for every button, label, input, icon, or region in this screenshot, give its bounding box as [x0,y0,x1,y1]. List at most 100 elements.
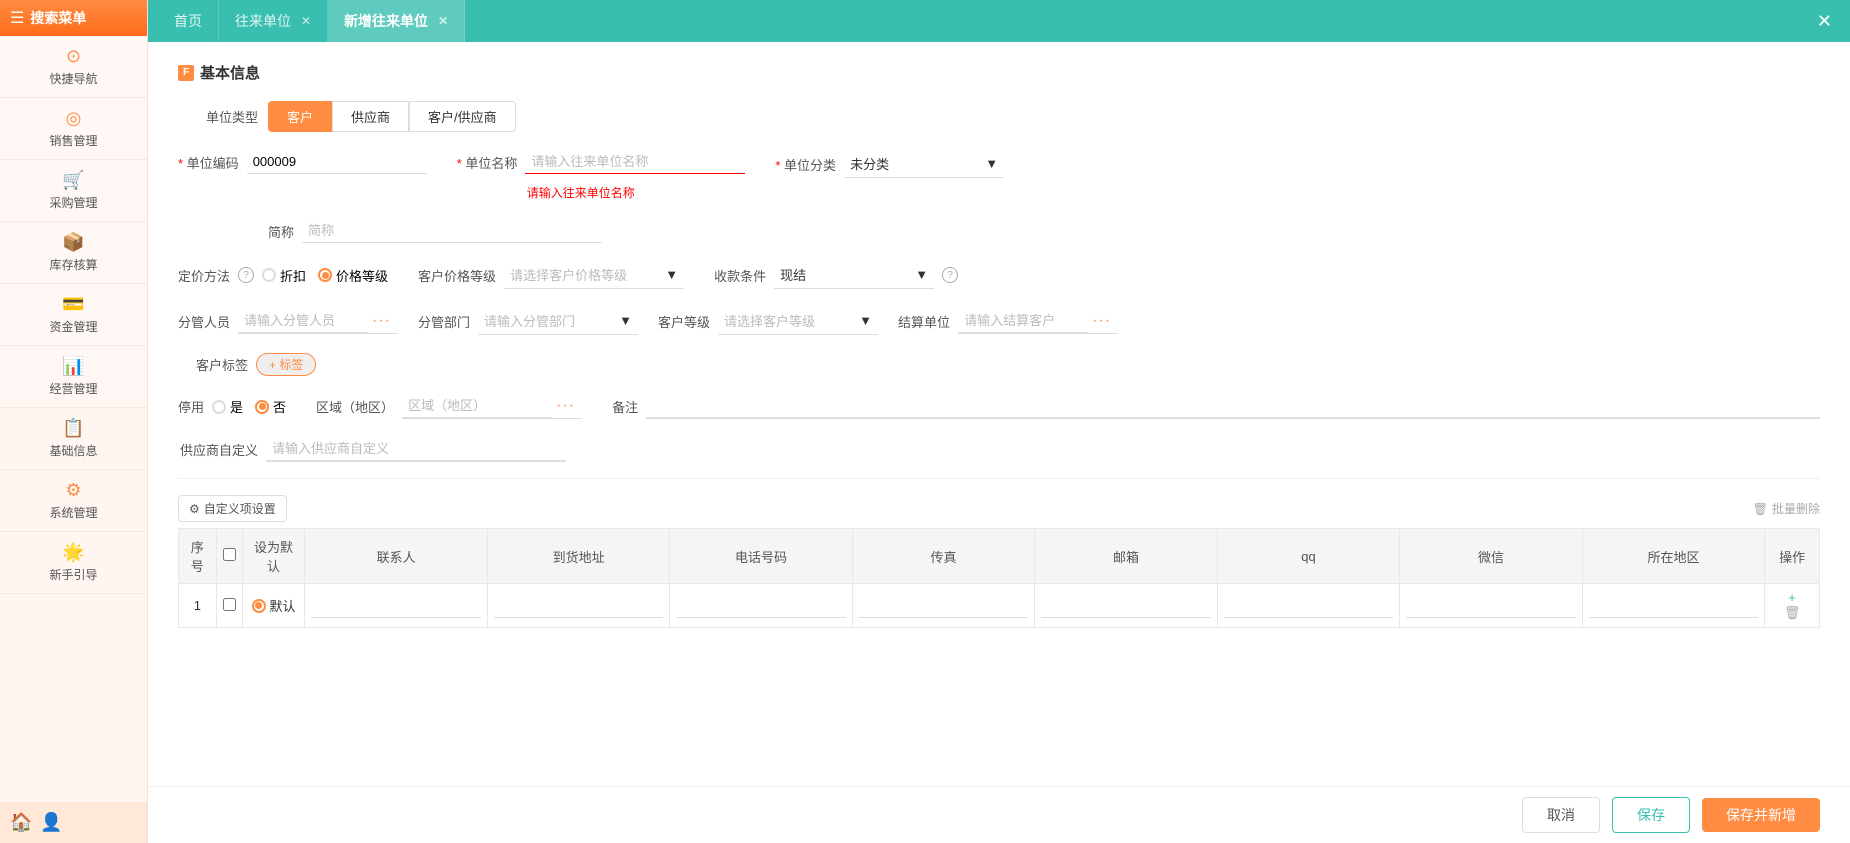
sidebar-item-purchase[interactable]: 🛒 采购管理 [0,160,147,222]
customer-level-select[interactable]: 请选择客户等级 ▼ [718,307,878,335]
sidebar-item-quick-nav[interactable]: ⊙ 快捷导航 [0,36,147,98]
batch-delete-btn[interactable]: 🗑 批量删除 [1753,500,1820,517]
batch-delete-label: 批量删除 [1772,500,1820,517]
manager-input[interactable] [238,309,368,333]
cell-checkbox[interactable] [216,584,242,628]
cell-email[interactable] [1035,584,1217,628]
save-and-new-button[interactable]: 保存并新增 [1702,798,1820,832]
pricing-discount[interactable]: 折扣 [262,266,306,285]
tab-new-contact[interactable]: 新增往来单位 ✕ [328,0,465,42]
cell-qq[interactable] [1217,584,1400,628]
customer-level-placeholder: 请选择客户等级 [724,311,815,330]
unit-name-input[interactable] [525,150,745,174]
supplier-custom-input[interactable] [266,437,566,461]
unit-category-select[interactable]: 未分类 ▼ [844,150,1004,178]
settlement-more-btn[interactable]: ··· [1088,312,1115,330]
fax-input[interactable] [859,594,1028,618]
row-checkbox[interactable] [223,598,236,611]
sidebar-item-guide[interactable]: 🌟 新手引导 [0,532,147,594]
pricing-price-level[interactable]: 价格等级 [318,266,388,285]
add-row-btn[interactable]: + [1788,590,1796,605]
custom-settings-btn[interactable]: ⚙ 自定义项设置 [178,495,287,522]
contact-input[interactable] [311,594,480,618]
region-input[interactable] [402,394,552,418]
search-icon: ☰ [10,8,24,28]
col-qq: qq [1217,529,1400,584]
col-region: 所在地区 [1582,529,1764,584]
tab-new-contact-close[interactable]: ✕ [438,14,448,28]
cell-contact[interactable] [305,584,487,628]
wechat-input[interactable] [1406,594,1575,618]
no-label: 否 [273,397,286,416]
sidebar-item-label: 资金管理 [49,318,97,335]
address-input[interactable] [494,594,663,618]
qq-input[interactable] [1224,594,1394,618]
tab-bar-close-btn[interactable]: ✕ [1809,11,1840,32]
department-placeholder: 请输入分管部门 [484,311,575,330]
sidebar-item-operations[interactable]: 📊 经营管理 [0,346,147,408]
table-toolbar: ⚙ 自定义项设置 🗑 批量删除 [178,495,1820,522]
default-radio[interactable] [252,599,266,613]
cell-phone[interactable] [670,584,852,628]
section-title: F 基本信息 [178,62,1820,83]
tab-bar: 首页 往来单位 ✕ 新增往来单位 ✕ ✕ [148,0,1850,42]
settlement-unit-input[interactable] [958,309,1088,333]
unit-category-label: 单位分类 [775,155,836,174]
disabled-no[interactable]: 否 [255,397,286,416]
phone-input[interactable] [676,594,845,618]
purchase-icon: 🛒 [62,170,84,191]
chevron-down-icon: ▼ [985,156,998,171]
no-radio[interactable] [255,400,269,414]
customer-price-level-select[interactable]: 请选择客户价格等级 ▼ [504,261,684,289]
price-level-radio[interactable] [318,268,332,282]
operations-icon: 📊 [62,356,84,377]
region-more-btn[interactable]: ··· [552,397,579,415]
region-label: 区域（地区） [316,397,394,416]
manager-more-btn[interactable]: ··· [368,312,395,330]
tab-home[interactable]: 首页 [158,0,219,42]
unit-type-label: 单位类型 [206,110,258,125]
short-name-input[interactable] [302,219,602,243]
cell-address[interactable] [487,584,669,628]
sidebar-item-finance[interactable]: 💳 资金管理 [0,284,147,346]
unit-code-label: 单位编码 [178,153,239,172]
select-all-checkbox[interactable] [223,548,236,561]
sidebar-item-system[interactable]: ⚙ 系统管理 [0,470,147,532]
save-button[interactable]: 保存 [1612,797,1690,833]
col-seq: 序号 [179,529,217,584]
remark-input[interactable] [646,394,1820,418]
payment-terms-help-icon[interactable]: ? [942,267,958,283]
col-wechat: 微信 [1400,529,1582,584]
cell-wechat[interactable] [1400,584,1582,628]
sidebar-item-base[interactable]: 📋 基础信息 [0,408,147,470]
search-menu-btn[interactable]: ☰ 搜索菜单 [0,0,147,36]
pricing-help-icon[interactable]: ? [238,267,254,283]
cell-action: + 🗑 [1765,584,1820,628]
email-input[interactable] [1041,594,1210,618]
discount-radio[interactable] [262,268,276,282]
customer-tag-add-btn[interactable]: + 标签 [256,353,316,376]
department-select[interactable]: 请输入分管部门 ▼ [478,307,638,335]
cell-region[interactable] [1582,584,1764,628]
disabled-yes[interactable]: 是 [212,397,243,416]
tab-contacts-close[interactable]: ✕ [301,14,311,28]
unit-type-supplier[interactable]: 供应商 [332,101,409,132]
radio-dot [322,272,329,279]
region-table-input[interactable] [1589,594,1758,618]
disabled-label: 停用 [178,397,204,416]
supplier-custom-label: 供应商自定义 [178,440,258,459]
default-radio-item[interactable]: 默认 [249,596,299,615]
payment-terms-select[interactable]: 现结 ▼ [774,261,934,289]
sidebar-item-inventory[interactable]: 📦 库存核算 [0,222,147,284]
yes-label: 是 [230,397,243,416]
cell-fax[interactable] [852,584,1034,628]
delete-row-btn[interactable]: 🗑 [1784,605,1801,620]
sidebar-item-sales[interactable]: ◎ 销售管理 [0,98,147,160]
yes-radio[interactable] [212,400,226,414]
tab-contacts[interactable]: 往来单位 ✕ [219,0,328,42]
unit-type-both[interactable]: 客户/供应商 [409,101,516,132]
cancel-button[interactable]: 取消 [1522,797,1600,833]
unit-type-customer[interactable]: 客户 [268,101,332,132]
unit-code-input[interactable] [247,150,427,174]
col-checkbox[interactable] [216,529,242,584]
